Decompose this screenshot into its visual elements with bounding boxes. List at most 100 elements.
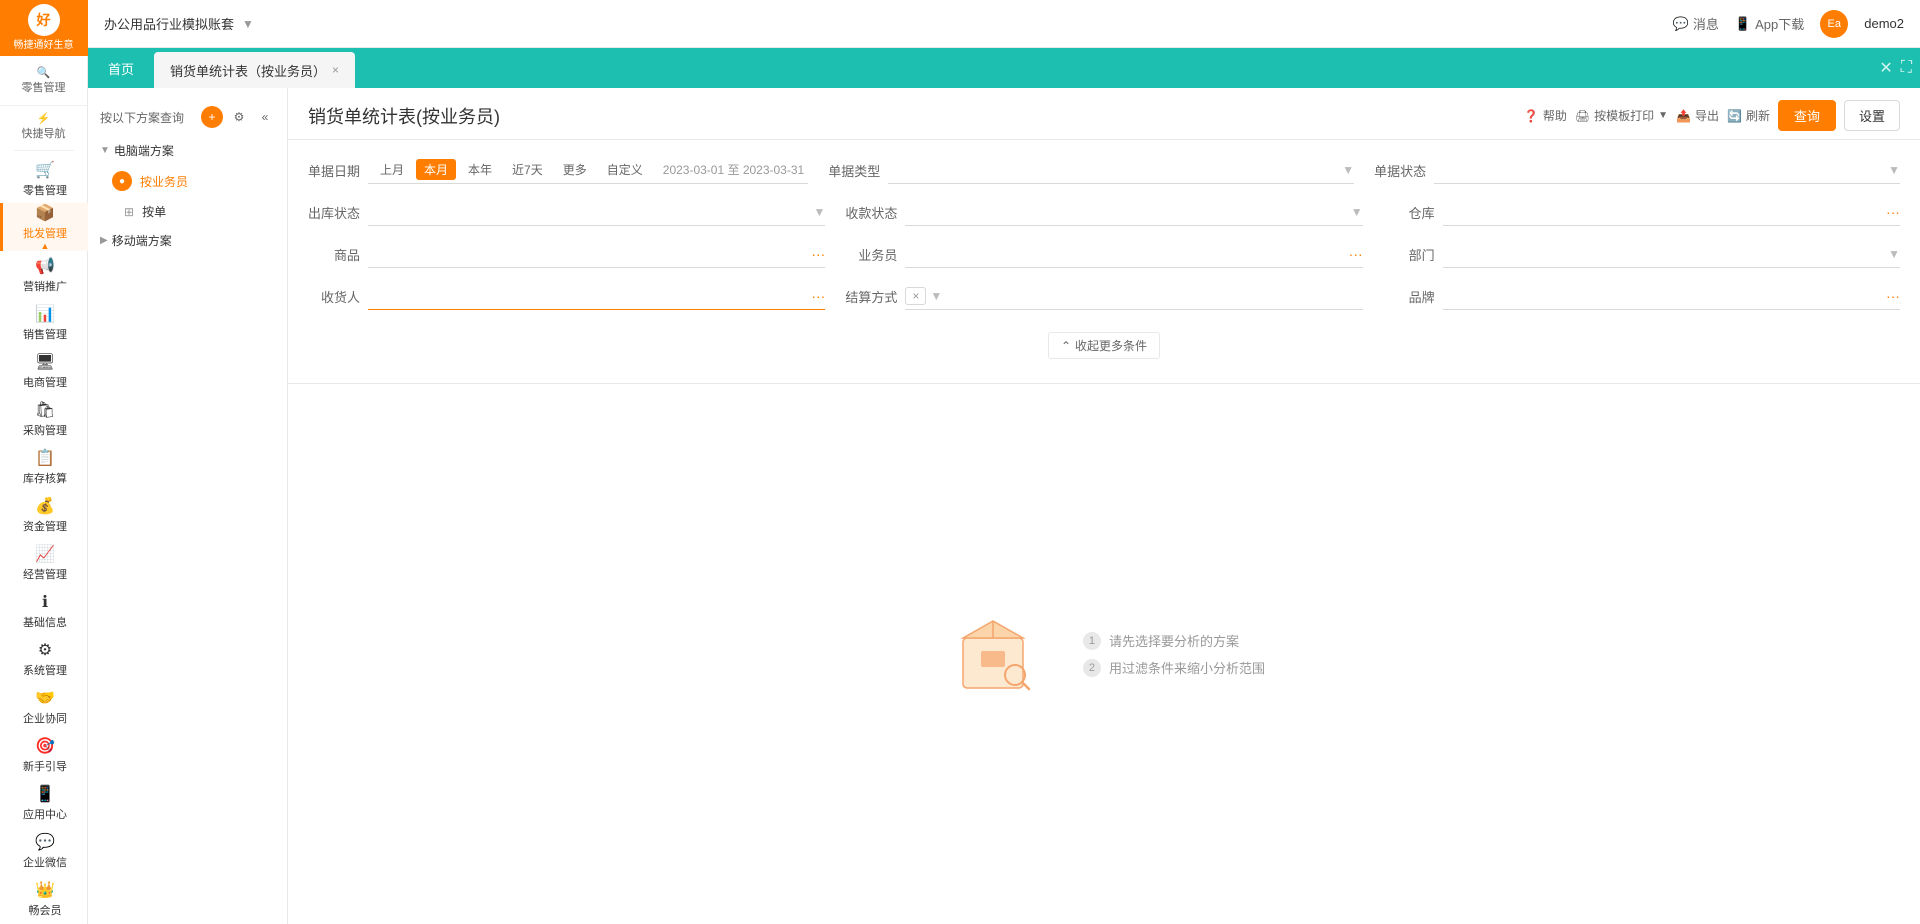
message-label: 消息	[1693, 14, 1719, 33]
out-status-dropdown-icon: ▼	[813, 205, 825, 219]
goods-control[interactable]: ···	[368, 240, 825, 268]
sub-icon: ⊞	[124, 205, 134, 219]
doc-status-dropdown-icon: ▼	[1888, 163, 1900, 177]
export-btn[interactable]: 📤 导出	[1676, 107, 1719, 124]
collapse-chevron-icon: ⌃	[1061, 339, 1071, 353]
sidebar-item-inventory[interactable]: 📋 库存核算	[0, 443, 88, 491]
brand-control[interactable]: ···	[1443, 282, 1900, 310]
date-tab-year[interactable]: 本年	[460, 158, 500, 181]
tabbar-right: ✕ ⛶	[1879, 48, 1920, 88]
filter-doc-type: 单据类型 ▼	[828, 156, 1354, 184]
by-order-label: 按单	[142, 203, 166, 220]
sidebar-item-sales[interactable]: 📊 销售管理	[0, 299, 88, 347]
by-salesman-label: 按业务员	[140, 173, 188, 190]
filter-row-4: 收货人 ··· 结算方式 × ▼	[308, 282, 1900, 310]
payment-control[interactable]: × ▼	[905, 282, 1362, 310]
receipt-status-control[interactable]: ▼	[905, 198, 1362, 226]
left-panel: 按以下方案查询 + ⚙ « ▼ 电脑端方案 ●	[88, 88, 288, 924]
sidebar-item-basic-info[interactable]: ℹ 基础信息	[0, 587, 88, 635]
sidebar-item-marketing[interactable]: 📢 营销推广	[0, 251, 88, 299]
topbar-left: 办公用品行业模拟账套 ▼	[104, 14, 254, 33]
sidebar-item-operations[interactable]: 📈 经营管理	[0, 539, 88, 587]
date-tab-prev[interactable]: 上月	[372, 158, 412, 181]
collapse-panel-btn[interactable]: «	[255, 107, 275, 127]
sales-icon: 📊	[35, 304, 55, 324]
add-scheme-btn[interactable]: +	[201, 106, 223, 128]
consignee-label: 收货人	[308, 287, 368, 306]
sidebar-item-wechat[interactable]: 💬 企业微信	[0, 827, 88, 875]
date-tab-7days[interactable]: 近7天	[504, 158, 551, 181]
tab-active[interactable]: 销货单统计表（按业务员） ×	[154, 52, 355, 88]
quick-nav[interactable]: ⚡ 快捷导航	[0, 106, 88, 146]
tab-expand-btn[interactable]: ⛶	[1901, 59, 1912, 77]
sidebar-item-wholesale[interactable]: 📦 批发管理 ▲	[0, 203, 88, 251]
tree-item-by-order[interactable]: ⊞ 按单	[88, 197, 287, 226]
sidebar-item-newbie[interactable]: 🎯 新手引导	[0, 731, 88, 779]
wechat-label: 企业微信	[23, 854, 67, 870]
sidebar-item-finance[interactable]: 💰 资金管理	[0, 491, 88, 539]
filter-goods: 商品 ···	[308, 240, 825, 268]
sidebar-item-member[interactable]: 👑 畅会员	[0, 875, 88, 923]
doc-type-control[interactable]: ▼	[888, 156, 1354, 184]
warehouse-control[interactable]: ···	[1443, 198, 1900, 226]
filter-doc-status: 单据状态 ▼	[1374, 156, 1900, 184]
date-tab-custom[interactable]: 自定义	[599, 158, 651, 181]
tree-item-mobile[interactable]: ▶ 移动端方案	[88, 226, 287, 255]
salesman-more-icon[interactable]: ···	[1349, 246, 1363, 262]
refresh-btn[interactable]: 🔄 刷新	[1727, 107, 1770, 124]
app-download-btn[interactable]: 📱 App下载	[1735, 14, 1804, 33]
empty-content: 1 请先选择要分析的方案 2 用过滤条件来缩小分析范围	[943, 603, 1265, 706]
user-avatar[interactable]: Ea	[1820, 10, 1848, 38]
doc-status-control[interactable]: ▼	[1434, 156, 1900, 184]
sidebar-item-system[interactable]: ⚙ 系统管理	[0, 635, 88, 683]
search-menu[interactable]: 🔍 零售管理	[0, 56, 88, 106]
out-status-control[interactable]: ▼	[368, 198, 825, 226]
system-icon: ⚙	[38, 640, 52, 660]
consignee-control[interactable]: ···	[368, 282, 825, 310]
sidebar-item-ecom[interactable]: 🖥 电商管理	[0, 347, 88, 395]
dropdown-icon[interactable]: ▼	[242, 17, 254, 31]
tree-item-by-salesman[interactable]: ● 按业务员	[88, 165, 287, 197]
salesman-control[interactable]: ···	[905, 240, 1362, 268]
receipt-status-label: 收款状态	[845, 203, 905, 222]
sidebar-item-corp-collab[interactable]: 🤝 企业协同	[0, 683, 88, 731]
marketing-label: 营销推广	[23, 278, 67, 294]
query-btn[interactable]: 查询	[1778, 100, 1836, 131]
username[interactable]: demo2	[1864, 16, 1904, 31]
topbar: 办公用品行业模拟账套 ▼ 💬 消息 📱 App下载 Ea demo2	[88, 0, 1920, 48]
settings-scheme-btn[interactable]: ⚙	[229, 107, 249, 127]
doc-type-label: 单据类型	[828, 161, 888, 180]
tab-close-all-btn[interactable]: ✕	[1879, 58, 1892, 78]
receipt-status-dropdown-icon: ▼	[1351, 205, 1363, 219]
sidebar-item-purchase[interactable]: 🛍 采购管理	[0, 395, 88, 443]
sidebar-item-retail[interactable]: 🛒 零售管理	[0, 155, 88, 203]
consignee-more-icon[interactable]: ···	[811, 288, 825, 304]
collapse-btn[interactable]: ⌃ 收起更多条件	[1048, 332, 1160, 359]
date-range-display: 2023-03-01 至 2023-03-31	[663, 161, 804, 178]
message-btn[interactable]: 💬 消息	[1673, 14, 1719, 33]
member-icon: 👑	[35, 880, 55, 900]
wechat-icon: 💬	[35, 832, 55, 852]
filter-warehouse: 仓库 ···	[1383, 198, 1900, 226]
settings-btn[interactable]: 设置	[1844, 100, 1900, 131]
brand-more-icon[interactable]: ···	[1886, 288, 1900, 304]
print-btn[interactable]: 🖨 按模板打印 ▼	[1575, 107, 1668, 124]
date-tab-current[interactable]: 本月	[416, 159, 456, 180]
tab-close-btn[interactable]: ×	[332, 63, 339, 77]
collapse-label: 收起更多条件	[1075, 337, 1147, 354]
empty-state: 1 请先选择要分析的方案 2 用过滤条件来缩小分析范围	[288, 384, 1920, 924]
message-icon: 💬	[1673, 16, 1689, 32]
tree-item-pc[interactable]: ▼ 电脑端方案	[88, 136, 287, 165]
sidebar-item-appstore[interactable]: 📱 应用中心	[0, 779, 88, 827]
date-tab-more[interactable]: 更多	[555, 158, 595, 181]
ecom-icon: 🖥	[35, 352, 55, 372]
help-btn[interactable]: ❓ 帮助	[1524, 107, 1567, 124]
tab-home[interactable]: 首页	[88, 48, 154, 88]
export-label: 导出	[1695, 107, 1719, 124]
tag-close[interactable]: ×	[912, 289, 919, 303]
warehouse-more-icon[interactable]: ···	[1886, 204, 1900, 220]
app-logo[interactable]: 好 畅捷通好生意	[0, 0, 88, 56]
nav-icon: ⚡	[37, 112, 51, 125]
dept-control[interactable]: ▼	[1443, 240, 1900, 268]
goods-more-icon[interactable]: ···	[811, 246, 825, 262]
